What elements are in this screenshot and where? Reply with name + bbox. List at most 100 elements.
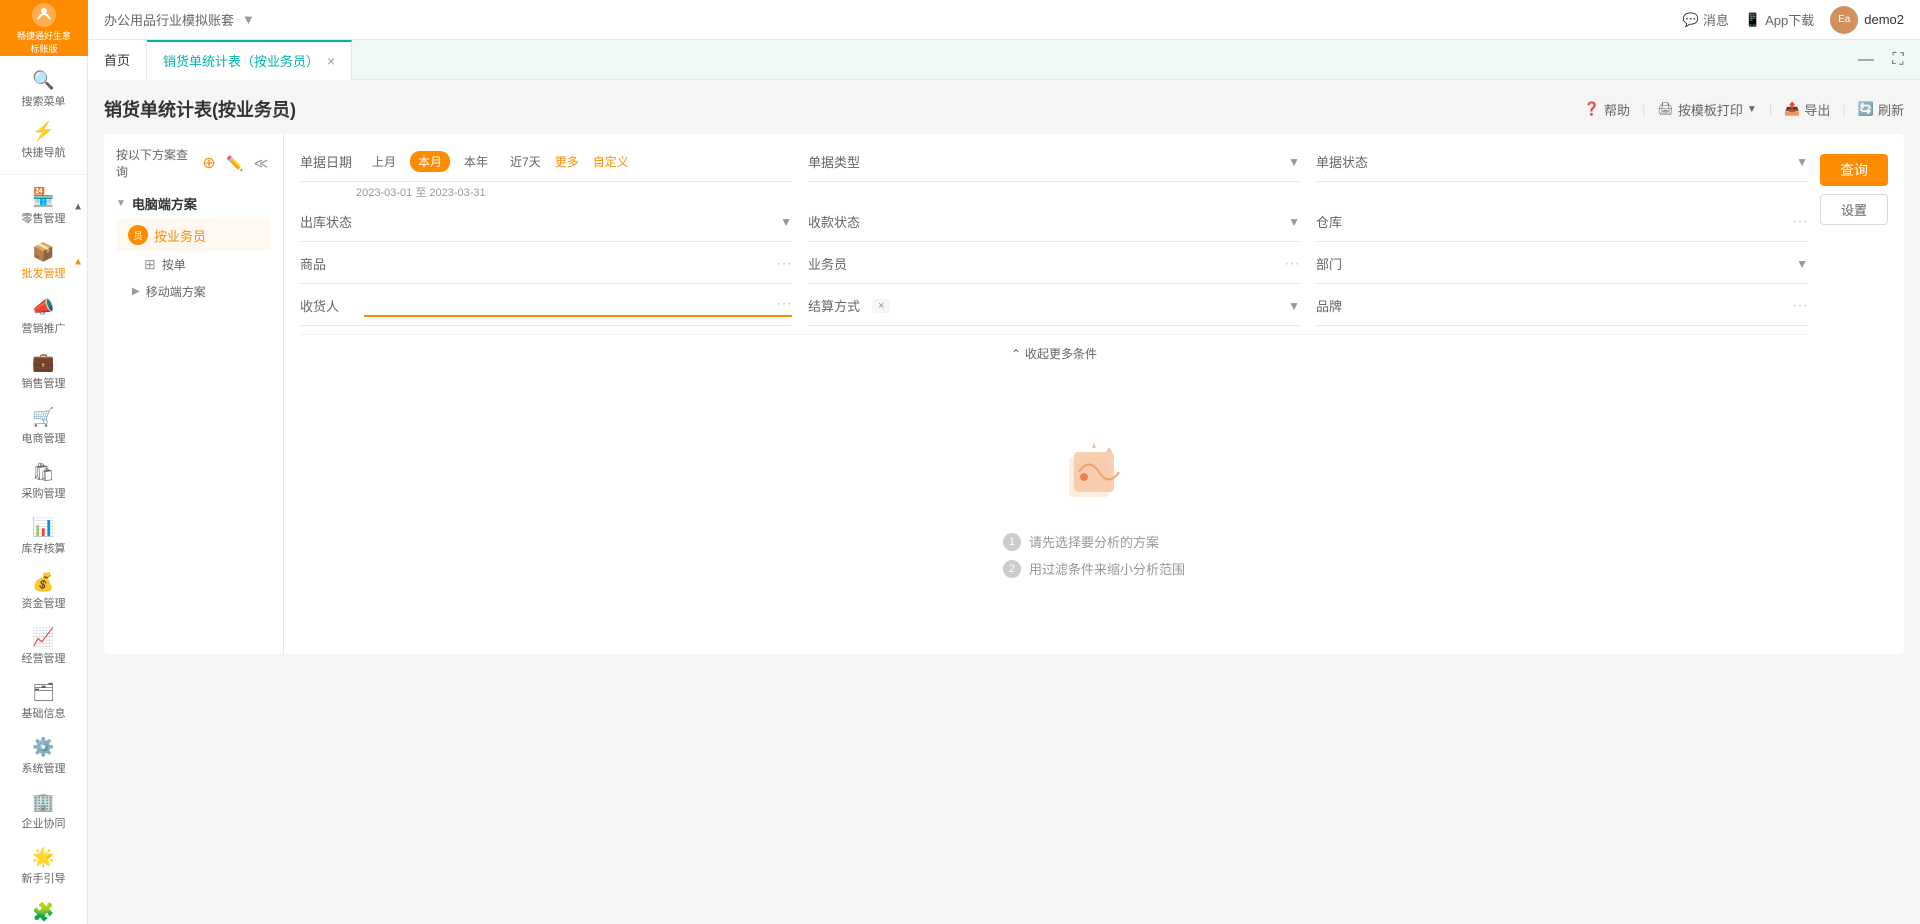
- content-body: 按以下方案查询 ⊕ ✏️ ≪: [104, 134, 1904, 654]
- filter-row-1: 单据日期 上月 本月 本年 近7天 更多 自定义: [300, 150, 1808, 182]
- date-more[interactable]: 更多: [555, 153, 579, 170]
- tab-home[interactable]: 首页: [88, 40, 147, 80]
- tab-close-icon[interactable]: ×: [327, 53, 335, 69]
- breadcrumb-text: 办公用品行业模拟账套: [104, 10, 234, 29]
- page-title: 销货单统计表(按业务员): [104, 96, 296, 122]
- logo-icon: [28, 1, 60, 29]
- left-panel-sub: ⊞ 按单: [116, 251, 271, 278]
- sidebar-item-operations[interactable]: 📈 经营管理: [0, 619, 87, 674]
- collapse-filters-button[interactable]: ⌃ 收起更多条件: [300, 334, 1808, 372]
- brand-dots[interactable]: ···: [1792, 297, 1808, 315]
- empty-hint-2: 2 用过滤条件来缩小分析范围: [1003, 559, 1185, 578]
- search-menu-item[interactable]: 🔍 搜索菜单: [0, 64, 87, 115]
- out-status-dropdown[interactable]: ▼: [364, 215, 792, 229]
- sidebar-item-wholesale[interactable]: 📦 批发管理 ▲: [0, 234, 87, 289]
- hint-num-1: 1: [1003, 533, 1021, 551]
- scheme-by-salesperson[interactable]: 员 按业务员: [116, 219, 271, 251]
- desktop-section-header[interactable]: ▼ 电脑端方案: [116, 188, 271, 219]
- date-custom[interactable]: 自定义: [585, 151, 637, 172]
- tab-minimize-button[interactable]: —: [1852, 46, 1880, 74]
- tab-maximize-button[interactable]: ⛶: [1884, 46, 1912, 74]
- warehouse-dots[interactable]: ···: [1792, 213, 1808, 231]
- date-last-month[interactable]: 上月: [364, 151, 404, 172]
- tab-bar: 首页 销货单统计表（按业务员） × — ⛶: [88, 40, 1920, 80]
- dept-filter: 部门 ▼: [1316, 252, 1808, 284]
- avatar: Ea: [1830, 6, 1858, 34]
- collab-icon: 🏢: [32, 792, 54, 813]
- mobile-section: ▶ 移动端方案: [104, 278, 283, 305]
- breadcrumb-dropdown[interactable]: ▼: [242, 12, 255, 27]
- refresh-button[interactable]: 🔄 刷新: [1858, 100, 1904, 119]
- search-icon: 🔍: [32, 70, 54, 91]
- quick-nav-item[interactable]: ⚡ 快捷导航: [0, 115, 87, 166]
- sidebar-nav: 🏪 零售管理 ▲ 📦 批发管理 ▲ 📣 营销推广 💼 销售管理 🛒 电商管理 🛍…: [0, 175, 87, 924]
- filter-area: 单据日期 上月 本月 本年 近7天 更多 自定义: [300, 150, 1808, 372]
- edit-scheme-button[interactable]: ✏️: [225, 153, 245, 173]
- dept-dropdown-arrow: ▼: [1796, 257, 1808, 271]
- date-last-7days[interactable]: 近7天: [502, 151, 549, 172]
- user-profile[interactable]: Ea demo2: [1830, 6, 1904, 34]
- date-this-month[interactable]: 本月: [410, 151, 450, 172]
- retail-icon: 🏪: [32, 187, 54, 208]
- collapse-icon: ⌃: [1011, 347, 1021, 361]
- sidebar-item-collab[interactable]: 🏢 企业协同: [0, 784, 87, 839]
- inventory-icon: 📊: [32, 517, 54, 538]
- date-range-display: 2023-03-01 至 2023-03-31: [300, 184, 1808, 200]
- sidebar-item-ecommerce[interactable]: 🛒 电商管理: [0, 399, 87, 454]
- status-dropdown[interactable]: ▼: [1380, 155, 1808, 169]
- salesperson-dots[interactable]: ···: [1284, 255, 1300, 273]
- empty-state-hints: 1 请先选择要分析的方案 2 用过滤条件来缩小分析范围: [1003, 532, 1185, 578]
- minimize-icon: —: [1858, 51, 1874, 69]
- sidebar-item-purchase[interactable]: 🛍 采购管理: [0, 454, 87, 509]
- dept-dropdown[interactable]: ▼: [1380, 257, 1808, 271]
- sidebar-item-retail[interactable]: 🏪 零售管理 ▲: [0, 179, 87, 234]
- sidebar: 畅捷通好生意 标账版 🔍 搜索菜单 ⚡ 快捷导航 🏪 零售管理 ▲ 📦 批发管理…: [0, 0, 88, 924]
- message-icon: 💬: [1683, 12, 1699, 28]
- by-order-icon: ⊞: [144, 256, 156, 273]
- date-this-year[interactable]: 本年: [456, 151, 496, 172]
- salesperson-scheme-icon: 员: [128, 225, 148, 245]
- payment-clear-button[interactable]: ×: [872, 299, 890, 313]
- purchase-icon: 🛍: [32, 462, 55, 483]
- goods-dots[interactable]: ···: [776, 255, 792, 273]
- sidebar-item-basic[interactable]: 🗂 基础信息: [0, 674, 87, 729]
- sidebar-item-inventory[interactable]: 📊 库存核算: [0, 509, 87, 564]
- receive-status-filter: 收款状态 ▼: [808, 210, 1300, 242]
- sidebar-item-finance[interactable]: 💰 资金管理: [0, 564, 87, 619]
- app-download-button[interactable]: 📱 App下载: [1745, 10, 1814, 29]
- sidebar-item-marketing[interactable]: 📣 营销推广: [0, 289, 87, 344]
- desktop-expand-icon: ▼: [116, 198, 126, 209]
- tab-sales-stat[interactable]: 销货单统计表（按业务员） ×: [147, 40, 352, 80]
- desktop-section: ▼ 电脑端方案 员 按业务员 ⊞ 按单: [104, 188, 283, 278]
- header-actions: 💬 消息 📱 App下载 Ea demo2: [1683, 6, 1904, 34]
- plus-circle-icon: ⊕: [202, 153, 215, 173]
- template-print-button[interactable]: 🖨 按模板打印 ▼: [1657, 100, 1756, 119]
- message-button[interactable]: 💬 消息: [1683, 10, 1729, 29]
- collapse-left-button[interactable]: ≪: [251, 153, 271, 173]
- help-button[interactable]: ❓ 帮助: [1584, 100, 1630, 119]
- newbie-icon: 🌟: [32, 847, 54, 868]
- logo-text: 畅捷通好生意 标账版: [9, 31, 79, 55]
- settings-button[interactable]: 设置: [1820, 194, 1888, 225]
- mobile-section-header[interactable]: ▶ 移动端方案: [116, 278, 271, 305]
- add-scheme-button[interactable]: ⊕: [199, 153, 219, 173]
- quick-nav-icon: ⚡: [32, 121, 54, 142]
- export-button[interactable]: 📤 导出: [1784, 100, 1830, 119]
- consignee-filter: 收货人 ···: [300, 294, 792, 326]
- username-label: demo2: [1864, 12, 1904, 27]
- search-button[interactable]: 查询: [1820, 154, 1888, 186]
- scheme-by-order[interactable]: ⊞ 按单: [132, 251, 271, 278]
- app-download-icon: 📱: [1745, 12, 1761, 28]
- receive-status-dropdown[interactable]: ▼: [872, 215, 1300, 229]
- consignee-dots[interactable]: ···: [776, 295, 792, 313]
- action-buttons: 查询 设置: [1820, 150, 1888, 372]
- wholesale-arrow: ▲: [73, 256, 83, 267]
- right-panel-header: 单据日期 上月 本月 本年 近7天 更多 自定义: [300, 150, 1888, 372]
- left-panel-header: 按以下方案查询 ⊕ ✏️ ≪: [104, 146, 283, 188]
- sidebar-item-newbie[interactable]: 🌟 新手引导: [0, 839, 87, 894]
- sidebar-item-apps[interactable]: 🧩 应用中心: [0, 894, 87, 924]
- sidebar-item-sales[interactable]: 💼 销售管理: [0, 344, 87, 399]
- sidebar-item-system[interactable]: ⚙️ 系统管理: [0, 729, 87, 784]
- maximize-icon: ⛶: [1892, 51, 1903, 69]
- type-dropdown[interactable]: ▼: [872, 155, 1300, 169]
